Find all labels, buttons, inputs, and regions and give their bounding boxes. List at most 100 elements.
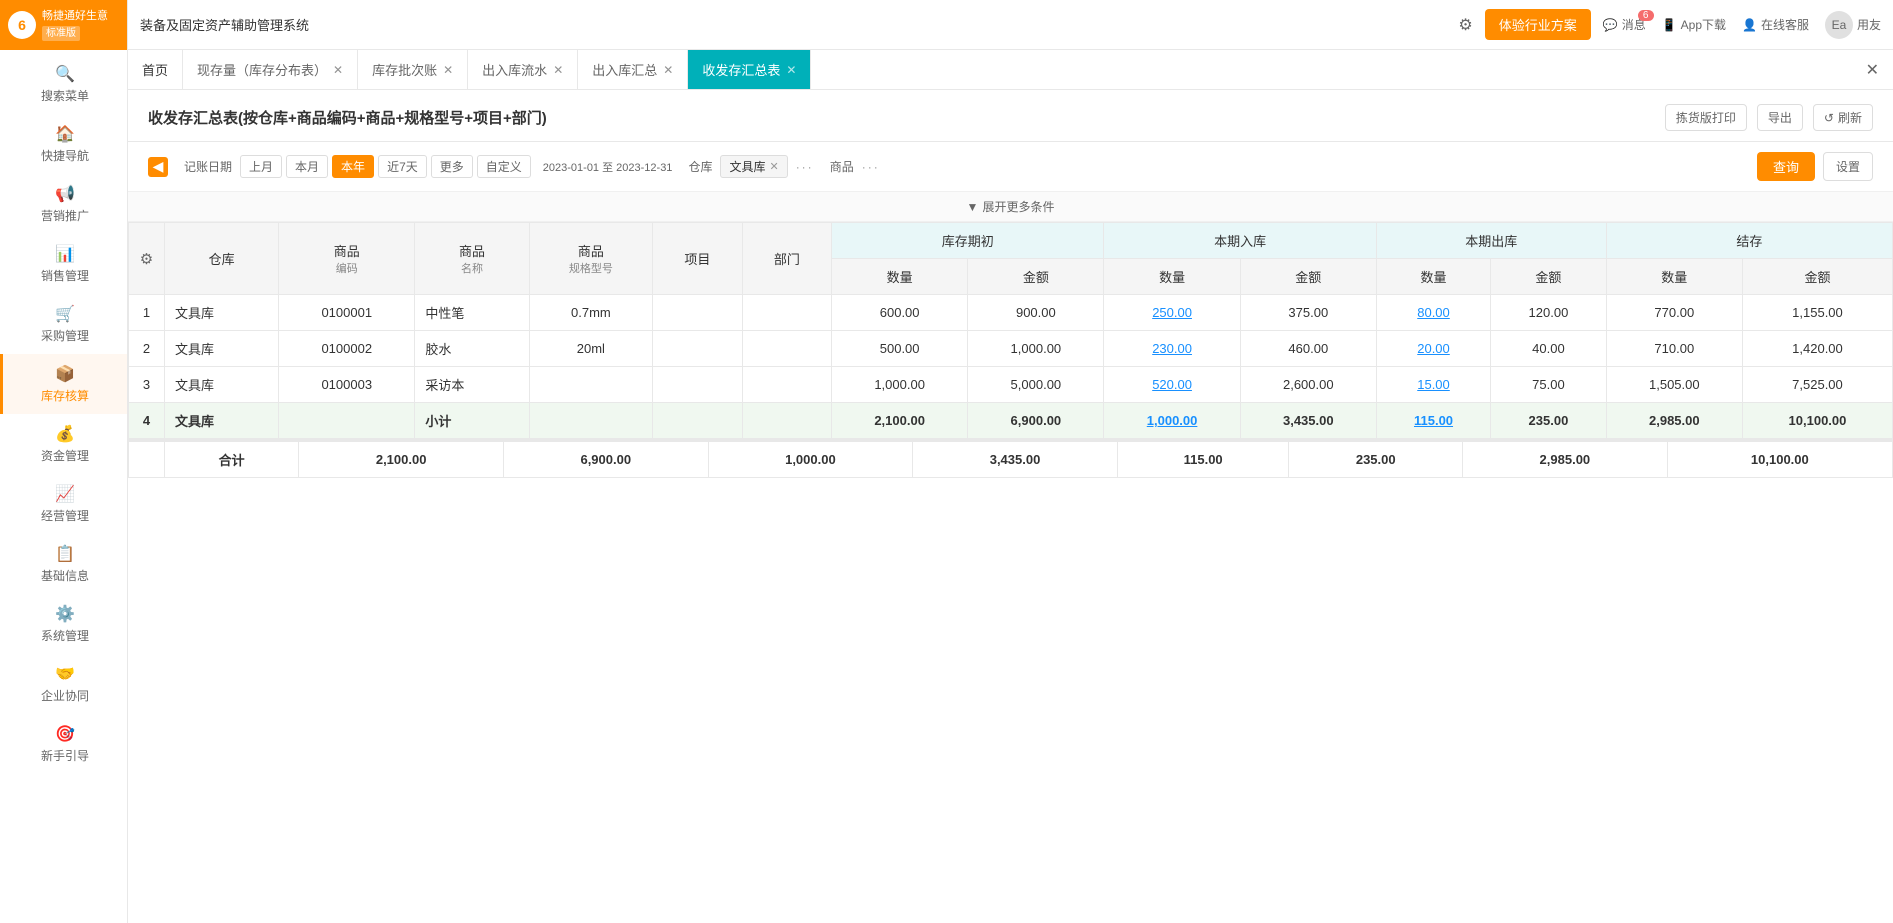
in-qty-cell[interactable]: 250.00 <box>1104 295 1240 331</box>
tab-close-in-out-flow[interactable]: ✕ <box>553 63 563 77</box>
filter-bar: ◀ 记账日期 上月本月本年近7天更多自定义 2023-01-01 至 2023-… <box>128 142 1893 192</box>
print-btn[interactable]: 拣货版打印 <box>1665 104 1747 131</box>
out-qty-cell[interactable]: 80.00 <box>1376 295 1490 331</box>
date-btn-last-month[interactable]: 上月 <box>240 155 282 178</box>
marketing-icon: 📢 <box>55 184 75 204</box>
tab-batch-ledger[interactable]: 库存批次账✕ <box>358 50 468 89</box>
col-settings-header: ⚙ <box>129 223 165 295</box>
messages-btn[interactable]: 💬 消息 6 <box>1603 16 1646 33</box>
spec-cell <box>529 367 653 403</box>
tab-collect-summary[interactable]: 收发存汇总表✕ <box>688 50 811 89</box>
close-all-tabs-btn[interactable]: ✕ <box>1852 50 1893 89</box>
date-btn-this-month[interactable]: 本月 <box>286 155 328 178</box>
table-row: 3文具库0100003采访本1,000.005,000.00520.002,60… <box>129 367 1893 403</box>
out-amt-cell: 75.00 <box>1491 367 1607 403</box>
sidebar-item-basic[interactable]: 📋基础信息 <box>0 534 127 594</box>
logo-icon: 6 <box>8 11 36 39</box>
warehouse-more[interactable]: ··· <box>796 160 814 174</box>
expand-icon: ▼ <box>967 200 979 214</box>
spec-cell <box>529 403 653 439</box>
project-cell <box>653 403 742 439</box>
project-cell <box>653 331 742 367</box>
footer-in-amt: 3,435.00 <box>913 442 1118 478</box>
tab-inventory-dist[interactable]: 现存量（库存分布表）✕ <box>183 50 358 89</box>
sidebar-item-sales[interactable]: 📊销售管理 <box>0 234 127 294</box>
sidebar-item-guide[interactable]: 🎯新手引导 <box>0 714 127 774</box>
warehouse-tag[interactable]: 文具库 ✕ <box>720 155 787 178</box>
name-cell: 胶水 <box>415 331 529 367</box>
warehouse-filter-label: 仓库 <box>688 158 712 175</box>
finance-icon: 💰 <box>55 424 75 444</box>
date-btn-this-year[interactable]: 本年 <box>332 155 374 178</box>
out-qty-cell[interactable]: 15.00 <box>1376 367 1490 403</box>
refresh-btn[interactable]: ↺ 刷新 <box>1813 104 1873 131</box>
sidebar-nav: 🔍搜索菜单🏠快捷导航📢营销推广📊销售管理🛒采购管理📦库存核算💰资金管理📈经营管理… <box>0 50 127 923</box>
col-opening-amt-header: 金额 <box>968 259 1104 295</box>
expand-conditions-btn[interactable]: ▼ 展开更多条件 <box>967 198 1055 215</box>
messages-badge: 6 <box>1638 10 1654 21</box>
sidebar-item-collab[interactable]: 🤝企业协同 <box>0 654 127 714</box>
tab-home[interactable]: 首页 <box>128 50 183 89</box>
settings-icon[interactable]: ⚙ <box>1458 15 1472 35</box>
tab-close-inventory-dist[interactable]: ✕ <box>333 63 343 77</box>
app-logo: 6 畅捷通好生意 标准版 <box>0 0 127 50</box>
page-inner: 收发存汇总表(按仓库+商品编码+商品+规格型号+项目+部门) 拣货版打印 导出 … <box>128 90 1893 923</box>
in-qty-cell[interactable]: 230.00 <box>1104 331 1240 367</box>
footer-bal-qty: 2,985.00 <box>1463 442 1668 478</box>
date-btn-last-7[interactable]: 近7天 <box>378 155 427 178</box>
out-qty-cell[interactable]: 115.00 <box>1376 403 1490 439</box>
tab-label-in-out-flow: 出入库流水 <box>482 60 547 79</box>
query-button[interactable]: 查询 <box>1757 152 1815 181</box>
app-download-btn[interactable]: 📱 App下载 <box>1662 16 1726 33</box>
code-cell: 0100003 <box>279 367 415 403</box>
in-amt-cell: 3,435.00 <box>1240 403 1376 439</box>
goods-more[interactable]: ··· <box>862 160 880 174</box>
in-amt-cell: 375.00 <box>1240 295 1376 331</box>
date-filter-section: 记账日期 上月本月本年近7天更多自定义 2023-01-01 至 2023-12… <box>184 155 672 178</box>
refresh-icon: ↺ <box>1824 111 1834 125</box>
table-row: 1文具库0100001中性笔0.7mm600.00900.00250.00375… <box>129 295 1893 331</box>
out-qty-cell[interactable]: 20.00 <box>1376 331 1490 367</box>
code-cell <box>279 403 415 439</box>
sidebar-item-marketing[interactable]: 📢营销推广 <box>0 174 127 234</box>
sidebar-item-system[interactable]: ⚙️系统管理 <box>0 594 127 654</box>
sales-icon: 📊 <box>55 244 75 264</box>
warehouse-tag-close[interactable]: ✕ <box>769 160 778 173</box>
tab-in-out-summary[interactable]: 出入库汇总✕ <box>578 50 688 89</box>
footer-label: 合计 <box>165 442 299 478</box>
tab-close-batch-ledger[interactable]: ✕ <box>443 63 453 77</box>
avatar: Ea <box>1825 11 1853 39</box>
out-amt-cell: 120.00 <box>1491 295 1607 331</box>
sidebar-item-operations[interactable]: 📈经营管理 <box>0 474 127 534</box>
sidebar-item-search[interactable]: 🔍搜索菜单 <box>0 54 127 114</box>
col-project-header: 项目 <box>653 223 742 295</box>
tab-in-out-flow[interactable]: 出入库流水 ✕ <box>468 50 578 89</box>
sidebar-item-inventory[interactable]: 📦库存核算 <box>0 354 127 414</box>
user-menu[interactable]: Ea 用友 <box>1825 11 1881 39</box>
quick-nav-icon: 🏠 <box>55 124 75 144</box>
sidebar-item-purchase[interactable]: 🛒采购管理 <box>0 294 127 354</box>
date-btn-custom[interactable]: 自定义 <box>477 155 531 178</box>
col-opening-header: 库存期初 <box>832 223 1104 259</box>
in-qty-cell[interactable]: 1,000.00 <box>1104 403 1240 439</box>
settings-button[interactable]: 设置 <box>1823 152 1873 181</box>
col-out-qty-header: 数量 <box>1376 259 1490 295</box>
sidebar-item-finance[interactable]: 💰资金管理 <box>0 414 127 474</box>
col-in-header: 本期入库 <box>1104 223 1376 259</box>
online-service-btn[interactable]: 👤 在线客服 <box>1742 16 1809 33</box>
open-qty-cell: 600.00 <box>832 295 968 331</box>
date-filter-btns: 上月本月本年近7天更多自定义 <box>240 155 531 178</box>
open-amt-cell: 1,000.00 <box>968 331 1104 367</box>
tab-close-in-out-summary[interactable]: ✕ <box>663 63 673 77</box>
tab-close-collect-summary[interactable]: ✕ <box>786 63 796 77</box>
footer-total-row: 合计 2,100.00 6,900.00 1,000.00 3,435.00 1… <box>129 442 1893 478</box>
sidebar-item-quick-nav[interactable]: 🏠快捷导航 <box>0 114 127 174</box>
inventory-icon: 📦 <box>55 364 75 384</box>
date-btn-more[interactable]: 更多 <box>431 155 473 178</box>
footer-out-qty: 115.00 <box>1117 442 1289 478</box>
export-btn[interactable]: 导出 <box>1757 104 1803 131</box>
in-qty-cell[interactable]: 520.00 <box>1104 367 1240 403</box>
filter-collapse-btn[interactable]: ◀ <box>148 157 168 177</box>
trial-btn[interactable]: 体验行业方案 <box>1485 9 1591 40</box>
table-settings-icon[interactable]: ⚙ <box>140 251 153 268</box>
